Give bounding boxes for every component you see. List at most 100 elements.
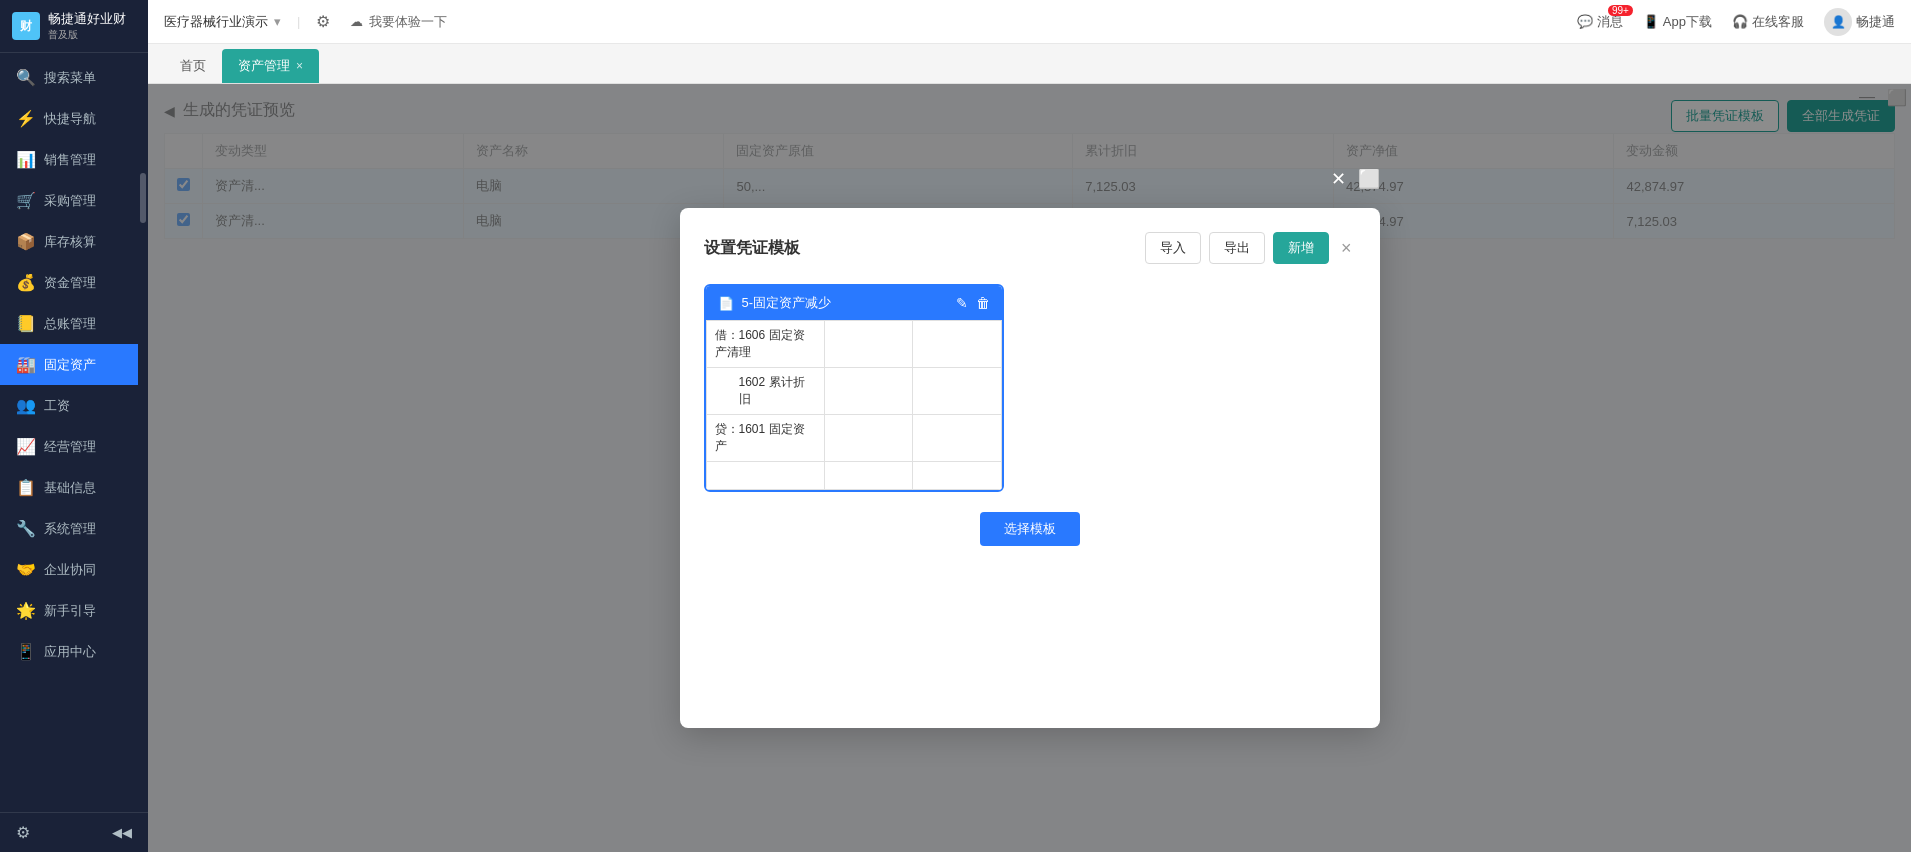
template-entry-row: 贷：1601 固定资产 <box>706 415 1001 462</box>
sidebar-item-sales[interactable]: 📊 销售管理 <box>0 139 138 180</box>
sidebar-item-system[interactable]: 🔧 系统管理 <box>0 508 138 549</box>
template-entry-row: 1602 累计折旧 <box>706 368 1001 415</box>
sidebar-item-search[interactable]: 🔍 搜索菜单 <box>0 57 138 98</box>
main-area: 医疗器械行业演示 ▾ | ⚙ ☁ 我要体验一下 💬 消息 99+ 📱 App下载… <box>148 0 1911 852</box>
ledger-icon: 📒 <box>16 314 34 333</box>
message-icon: 💬 <box>1577 14 1593 29</box>
customer-service-btn[interactable]: 🎧 在线客服 <box>1732 13 1804 31</box>
message-badge: 99+ <box>1608 5 1633 16</box>
sidebar-footer: ⚙ ◀◀ <box>0 812 148 852</box>
topbar-right: 💬 消息 99+ 📱 App下载 🎧 在线客服 👤 畅捷通 <box>1577 8 1895 36</box>
wrench-icon: 🔧 <box>16 519 34 538</box>
delete-template-icon[interactable]: 🗑 <box>976 295 990 311</box>
sidebar-item-fixed-assets[interactable]: 🏭 固定资产 <box>0 344 138 385</box>
modal-window-controls: ✕ ⬜ <box>1331 168 1380 190</box>
sidebar-item-guide[interactable]: 🌟 新手引导 <box>0 590 138 631</box>
money-icon: 💰 <box>16 273 34 292</box>
settings-icon[interactable]: ⚙ <box>316 12 330 31</box>
topbar: 医疗器械行业演示 ▾ | ⚙ ☁ 我要体验一下 💬 消息 99+ 📱 App下载… <box>148 0 1911 44</box>
modal-set-template: ✕ ⬜ 设置凭证模板 导入 导出 新增 × <box>680 208 1380 728</box>
new-template-btn[interactable]: 新增 <box>1273 232 1329 264</box>
template-doc-icon: 📄 <box>718 296 734 311</box>
headset-icon: 🎧 <box>1732 14 1748 29</box>
modal-window-maximize[interactable]: ⬜ <box>1358 168 1380 190</box>
sidebar-item-basic-info[interactable]: 📋 基础信息 <box>0 467 138 508</box>
download-icon: 📱 <box>1643 14 1659 29</box>
company-selector[interactable]: 医疗器械行业演示 ▾ <box>164 13 281 31</box>
app-logo-icon: 财 <box>12 12 40 40</box>
avatar: 👤 <box>1824 8 1852 36</box>
page-content: ◀ 生成的凭证预览 变动类型 资产名称 固定资产原值 累计折旧 资产净值 变动金… <box>148 84 1911 852</box>
export-btn[interactable]: 导出 <box>1209 232 1265 264</box>
modal-body: 📄 5-固定资产减少 ✎ 🗑 <box>704 284 1356 546</box>
people-icon: 👥 <box>16 396 34 415</box>
entry-debit <box>824 321 913 368</box>
experience-btn[interactable]: ☁ 我要体验一下 <box>350 13 447 31</box>
sidebar-logo: 财 畅捷通好业财 普及版 <box>0 0 148 53</box>
sidebar-scrollbar-thumb[interactable] <box>140 173 146 223</box>
cloud-icon: ☁ <box>350 14 363 29</box>
template-card-body: 借：1606 固定资产清理 1602 累计折旧 <box>706 320 1002 490</box>
entry-debit <box>824 462 913 490</box>
modal-header-right: 导入 导出 新增 × <box>1145 232 1356 264</box>
modal-close-icon[interactable]: × <box>1337 235 1356 261</box>
modal-actions: 导入 导出 新增 <box>1145 232 1329 264</box>
mobile-icon: 📱 <box>16 642 34 661</box>
modal-title: 设置凭证模板 <box>704 238 800 259</box>
template-card: 📄 5-固定资产减少 ✎ 🗑 <box>704 284 1004 492</box>
avatar-icon: 👤 <box>1831 15 1846 29</box>
sidebar-item-ledger[interactable]: 📒 总账管理 <box>0 303 138 344</box>
chevron-down-icon: ▾ <box>274 14 281 29</box>
tab-asset-management[interactable]: 资产管理 × <box>222 49 319 83</box>
collapse-icon[interactable]: ◀◀ <box>112 825 132 840</box>
handshake-icon: 🤝 <box>16 560 34 579</box>
entry-credit <box>913 462 1002 490</box>
entry-credit <box>913 415 1002 462</box>
star-icon: 🌟 <box>16 601 34 620</box>
factory-icon: 🏭 <box>16 355 34 374</box>
template-card-title-area: 📄 5-固定资产减少 <box>718 294 832 312</box>
import-btn[interactable]: 导入 <box>1145 232 1201 264</box>
sidebar-nav: 🔍 搜索菜单 ⚡ 快捷导航 📊 销售管理 🛒 采购管理 📦 库存核算 💰 <box>0 53 138 812</box>
chart-icon: 📊 <box>16 150 34 169</box>
edit-template-icon[interactable]: ✎ <box>956 295 968 311</box>
select-template-btn[interactable]: 选择模板 <box>980 512 1080 546</box>
modal-window-close[interactable]: ✕ <box>1331 168 1346 190</box>
template-title: 5-固定资产减少 <box>742 294 832 312</box>
lightning-icon: ⚡ <box>16 109 34 128</box>
template-card-header: 📄 5-固定资产减少 ✎ 🗑 <box>706 286 1002 320</box>
entry-debit <box>824 368 913 415</box>
sidebar-item-payroll[interactable]: 👥 工资 <box>0 385 138 426</box>
app-logo-text: 畅捷通好业财 普及版 <box>48 10 126 42</box>
settings-footer-icon[interactable]: ⚙ <box>16 823 30 842</box>
sidebar-item-finance[interactable]: 💰 资金管理 <box>0 262 138 303</box>
entry-debit <box>824 415 913 462</box>
app-download-btn[interactable]: 📱 App下载 <box>1643 13 1712 31</box>
entry-credit <box>913 368 1002 415</box>
tabbar: 首页 资产管理 × <box>148 44 1911 84</box>
entry-direction: 1602 累计折旧 <box>706 368 824 415</box>
entry-credit <box>913 321 1002 368</box>
user-menu[interactable]: 👤 畅捷通 <box>1824 8 1895 36</box>
template-card-actions: ✎ 🗑 <box>956 295 990 311</box>
topbar-separator: | <box>297 14 300 29</box>
sidebar-item-purchase[interactable]: 🛒 采购管理 <box>0 180 138 221</box>
template-entries-table: 借：1606 固定资产清理 1602 累计折旧 <box>706 320 1002 490</box>
box-icon: 📦 <box>16 232 34 251</box>
sidebar-item-enterprise[interactable]: 🤝 企业协同 <box>0 549 138 590</box>
sidebar-item-operations[interactable]: 📈 经营管理 <box>0 426 138 467</box>
sidebar: 财 畅捷通好业财 普及版 🔍 搜索菜单 ⚡ 快捷导航 📊 销售管理 🛒 采购管理 <box>0 0 148 852</box>
cart-icon: 🛒 <box>16 191 34 210</box>
clipboard-icon: 📋 <box>16 478 34 497</box>
entry-empty <box>706 462 824 490</box>
template-entry-row <box>706 462 1001 490</box>
sidebar-item-inventory[interactable]: 📦 库存核算 <box>0 221 138 262</box>
sidebar-item-quick-nav[interactable]: ⚡ 快捷导航 <box>0 98 138 139</box>
sidebar-item-app-center[interactable]: 📱 应用中心 <box>0 631 138 672</box>
template-entry-row: 借：1606 固定资产清理 <box>706 321 1001 368</box>
sidebar-scrollbar[interactable] <box>138 53 148 812</box>
tab-home[interactable]: 首页 <box>164 49 222 83</box>
modal-overlay: ✕ ⬜ 设置凭证模板 导入 导出 新增 × <box>148 84 1911 852</box>
tab-close-icon[interactable]: × <box>296 59 303 73</box>
messages-btn[interactable]: 💬 消息 99+ <box>1577 13 1623 31</box>
